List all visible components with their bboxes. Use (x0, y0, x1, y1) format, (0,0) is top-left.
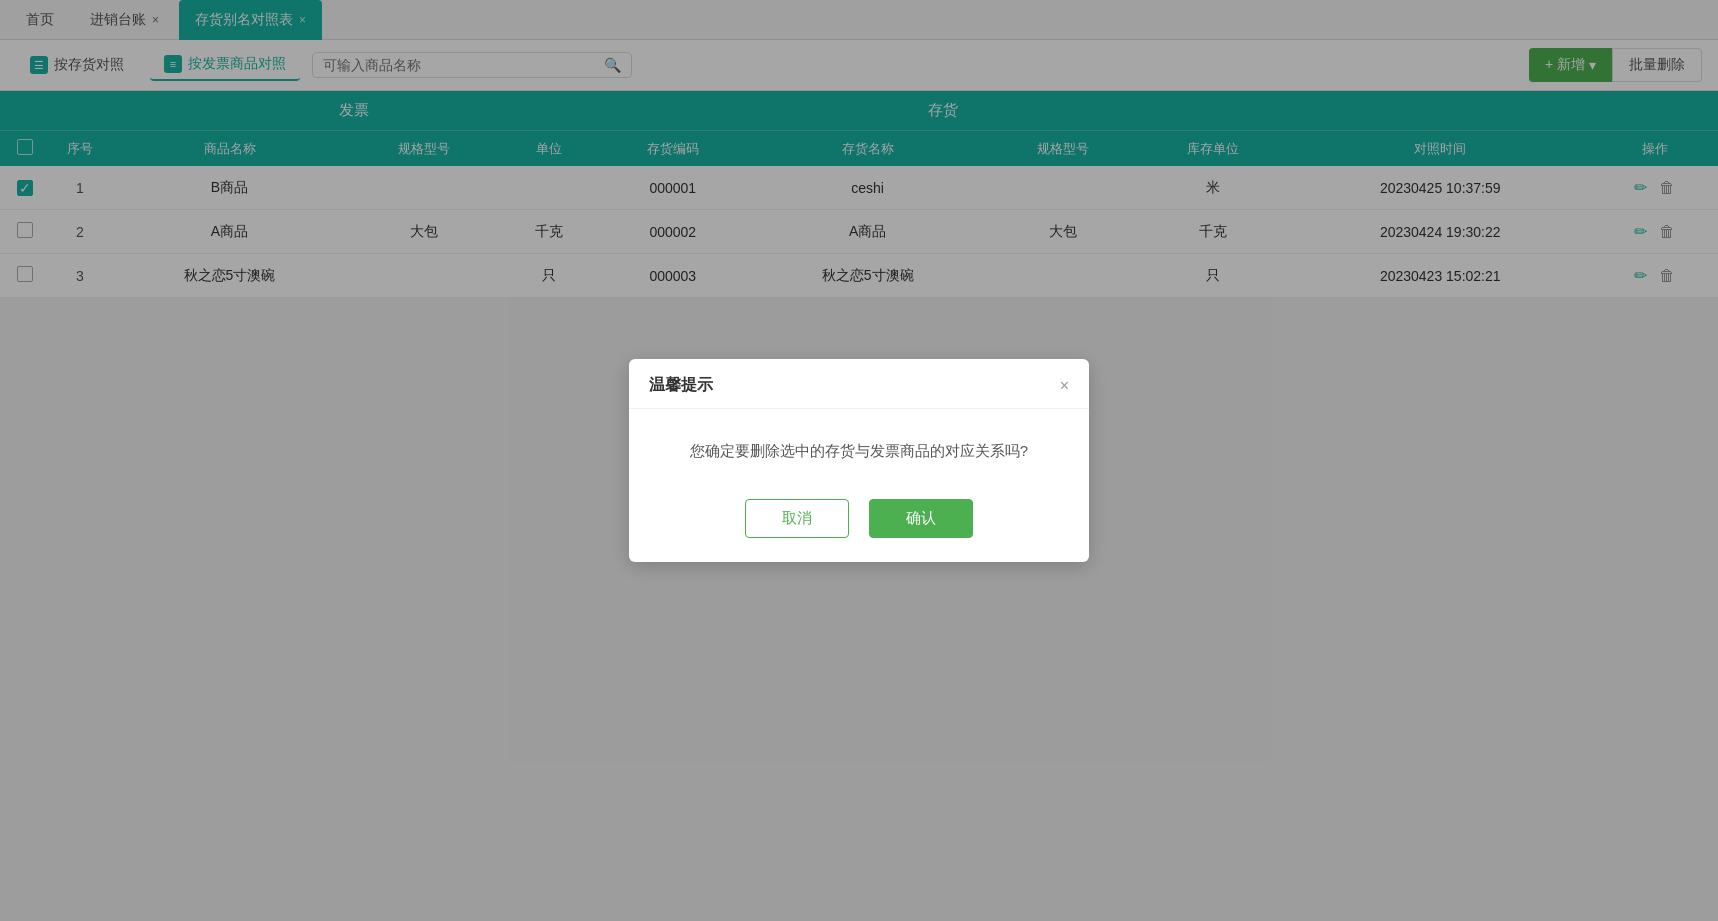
overlay: 温馨提示 × 您确定要删除选中的存货与发票商品的对应关系吗? 取消 确认 (0, 0, 1718, 298)
